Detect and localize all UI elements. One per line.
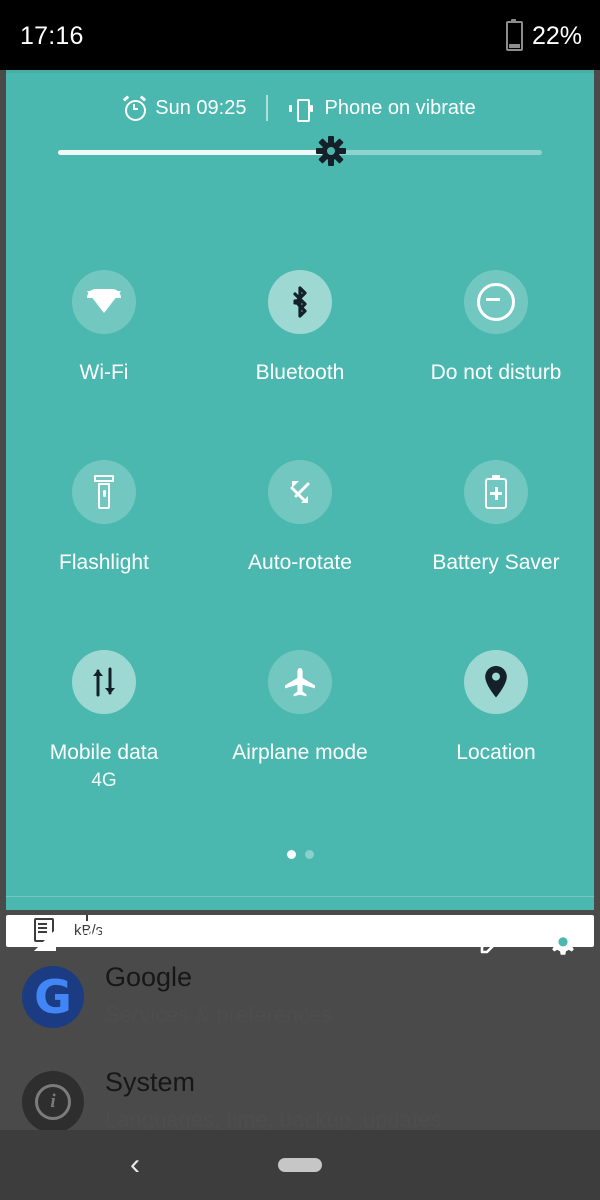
wifi-icon: [87, 289, 121, 315]
battery-percent-label: 22%: [531, 21, 582, 50]
alarm-label: Sun 09:25: [155, 96, 247, 119]
tile-icon-wrapper: [72, 650, 136, 714]
tile-label: Mobile data: [49, 741, 159, 764]
brightness-slider[interactable]: [58, 136, 542, 166]
ringer-label: Phone on vibrate: [324, 96, 476, 119]
navigation-bar: ‹: [0, 1130, 600, 1200]
tile-label: Location: [456, 741, 536, 764]
brightness-slider-fill: [58, 150, 323, 155]
dnd-icon: [477, 283, 515, 321]
tile-auto-rotate[interactable]: Auto-rotate: [202, 460, 398, 576]
data-arrows-icon: [88, 665, 120, 699]
info-glyph: i: [35, 1084, 71, 1120]
tile-battery-saver[interactable]: Battery Saver: [398, 460, 594, 576]
status-bar: 17:16 22%: [0, 0, 600, 70]
tile-flashlight[interactable]: Flashlight: [6, 460, 202, 576]
quick-settings-footer: I WIND 4G — 3 ITA 3G: [6, 897, 594, 977]
tile-airplane-mode[interactable]: Airplane mode: [202, 650, 398, 766]
home-pill-icon[interactable]: [278, 1158, 322, 1172]
vibrate-icon: [288, 98, 314, 122]
tile-bluetooth[interactable]: Bluetooth: [202, 270, 398, 386]
info-circle-icon: i: [22, 1071, 84, 1133]
bluetooth-icon: [289, 285, 311, 319]
tile-mobile-data[interactable]: Mobile data 4G: [6, 650, 202, 792]
gear-icon[interactable]: [546, 925, 580, 959]
ringer-status[interactable]: Phone on vibrate: [288, 96, 476, 122]
tile-label: Auto-rotate: [248, 551, 352, 574]
alarm-icon: [123, 94, 147, 121]
flashlight-icon: [94, 475, 114, 509]
location-pin-icon: [483, 665, 509, 699]
google-g-glyph: G: [34, 970, 72, 1024]
pencil-icon[interactable]: [476, 925, 510, 959]
tile-icon-wrapper: [72, 270, 136, 334]
battery-low-icon: [505, 19, 523, 51]
back-chevron-icon[interactable]: ‹: [118, 1148, 152, 1182]
tile-icon-wrapper: [464, 460, 528, 524]
airplane-icon: [282, 666, 318, 698]
brightness-sun-icon: [316, 136, 346, 166]
tile-icon-wrapper: [464, 270, 528, 334]
tile-label: Airplane mode: [232, 741, 368, 764]
quick-settings-header: Sun 09:25 Phone on vibrate: [6, 88, 594, 128]
status-bar-clock: 17:16: [20, 22, 84, 50]
brightness-slider-thumb[interactable]: [310, 130, 352, 172]
settings-row-subtitle: Services & preferences: [105, 1002, 333, 1027]
tile-label: Flashlight: [59, 551, 149, 574]
tile-label: Wi-Fi: [79, 361, 129, 384]
quick-settings-panel: Sun 09:25 Phone on vibrate Wi-Fi Bluetoo…: [6, 70, 594, 955]
alarm-status[interactable]: Sun 09:25: [123, 94, 247, 121]
tile-sublabel: 4G: [91, 770, 117, 791]
tile-label: Do not disturb: [430, 361, 562, 384]
page-dot-2[interactable]: [304, 850, 314, 859]
tile-icon-wrapper: [268, 650, 332, 714]
page-indicator[interactable]: [6, 850, 594, 859]
tile-icon-wrapper: [464, 650, 528, 714]
tile-icon-wrapper: [268, 270, 332, 334]
panel-top-edge: [6, 70, 594, 73]
status-bar-right-cluster: 22%: [505, 19, 582, 51]
tile-icon-wrapper: [268, 460, 332, 524]
tile-do-not-disturb[interactable]: Do not disturb: [398, 270, 594, 386]
signal-bars-icon: [34, 929, 56, 951]
settings-row-title: System: [105, 1067, 196, 1097]
phone-screen: 17:16 22% G Google Services & preference…: [0, 0, 600, 1200]
tile-label: Battery Saver: [432, 551, 560, 574]
header-divider: [266, 95, 269, 121]
page-dot-1[interactable]: [286, 850, 296, 859]
tile-wifi[interactable]: Wi-Fi: [6, 270, 202, 386]
tile-label: Bluetooth: [255, 361, 345, 384]
carrier-label: I WIND 4G — 3 ITA 3G: [68, 925, 288, 948]
battery-plus-icon: [485, 475, 507, 509]
tile-location[interactable]: Location: [398, 650, 594, 766]
auto-rotate-icon: [283, 475, 317, 509]
tile-icon-wrapper: [72, 460, 136, 524]
